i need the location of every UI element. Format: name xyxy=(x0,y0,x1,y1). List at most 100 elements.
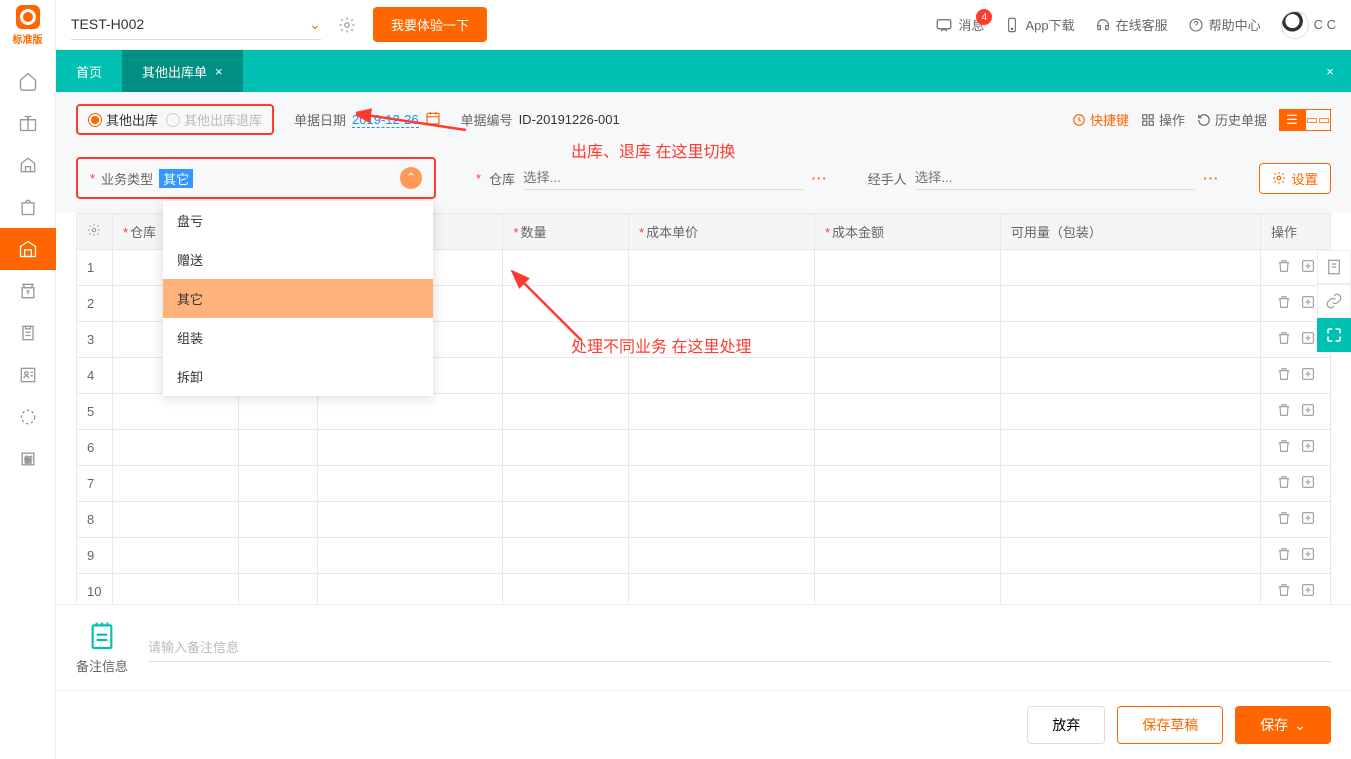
delete-row-icon[interactable] xyxy=(1276,366,1292,385)
dropdown-item[interactable]: 组装 xyxy=(163,318,433,357)
delete-row-icon[interactable] xyxy=(1276,330,1292,349)
sidebar-clipboard-icon[interactable] xyxy=(0,312,56,354)
table-row[interactable]: 5 xyxy=(77,394,1331,430)
logo: 标准版 xyxy=(0,0,56,50)
table-row[interactable]: 7 xyxy=(77,466,1331,502)
mobile-icon xyxy=(1004,17,1020,33)
add-row-icon[interactable] xyxy=(1300,402,1316,421)
delete-row-icon[interactable] xyxy=(1276,582,1292,601)
radio-outbound[interactable]: 其他出库 xyxy=(88,110,158,129)
gear-icon xyxy=(87,223,101,237)
sidebar-home-icon[interactable] xyxy=(0,60,56,102)
hotkey-icon xyxy=(1072,113,1086,127)
row-index: 10 xyxy=(77,574,113,605)
svg-text:新: 新 xyxy=(25,454,33,464)
save-button[interactable]: 保存⌄ xyxy=(1235,706,1331,744)
delete-row-icon[interactable] xyxy=(1276,510,1292,529)
add-row-icon[interactable] xyxy=(1300,582,1316,601)
history-link[interactable]: 历史单据 xyxy=(1197,110,1267,129)
logo-icon xyxy=(16,5,40,29)
footer-actions: 放弃 保存草稿 保存⌄ xyxy=(56,690,1351,759)
column-gear[interactable] xyxy=(77,214,113,250)
notepad-icon xyxy=(86,620,118,652)
user-menu[interactable]: C C xyxy=(1281,11,1336,39)
row-index: 2 xyxy=(77,286,113,322)
sidebar-user-list-icon[interactable] xyxy=(0,354,56,396)
dropdown-item[interactable]: 拆卸 xyxy=(163,357,433,396)
operate-link[interactable]: 操作 xyxy=(1141,110,1185,129)
grid-icon xyxy=(1141,113,1155,127)
column-qty: *数量 xyxy=(503,214,629,250)
table-row[interactable]: 10 xyxy=(77,574,1331,605)
add-row-icon[interactable] xyxy=(1300,366,1316,385)
tab-home[interactable]: 首页 xyxy=(56,50,122,92)
add-row-icon[interactable] xyxy=(1300,438,1316,457)
warehouse-input[interactable] xyxy=(523,166,804,190)
dropdown-item[interactable]: 赠送 xyxy=(163,240,433,279)
row-index: 3 xyxy=(77,322,113,358)
add-row-icon[interactable] xyxy=(1300,510,1316,529)
add-row-icon[interactable] xyxy=(1300,546,1316,565)
sidebar-new-icon[interactable]: 新 xyxy=(0,438,56,480)
sidebar-sync-icon[interactable] xyxy=(0,396,56,438)
rail-expand-icon[interactable] xyxy=(1317,318,1351,352)
help-center-link[interactable]: 帮助中心 xyxy=(1188,15,1261,34)
chevron-down-icon: ⌄ xyxy=(1294,717,1306,734)
view-list-icon[interactable]: ☰ xyxy=(1279,109,1305,131)
row-index: 9 xyxy=(77,538,113,574)
add-row-icon[interactable] xyxy=(1300,330,1316,349)
tab-other-outbound[interactable]: 其他出库单 × xyxy=(122,50,243,92)
table-row[interactable]: 9 xyxy=(77,538,1331,574)
rail-link-icon[interactable] xyxy=(1317,284,1351,318)
sidebar-house-icon[interactable] xyxy=(0,144,56,186)
annotation-mid: 处理不同业务 在这里处理 xyxy=(571,333,751,357)
settings-button[interactable]: 设置 xyxy=(1259,163,1331,194)
handler-field: 经手人 ··· xyxy=(868,166,1220,190)
close-all-tabs-icon[interactable]: × xyxy=(1309,50,1351,92)
discard-button[interactable]: 放弃 xyxy=(1027,706,1105,744)
gear-icon[interactable] xyxy=(333,11,361,39)
more-icon[interactable]: ··· xyxy=(1203,171,1219,186)
chevron-down-icon: ⌄ xyxy=(309,16,321,33)
save-draft-button[interactable]: 保存草稿 xyxy=(1117,706,1223,744)
delete-row-icon[interactable] xyxy=(1276,546,1292,565)
row-index: 5 xyxy=(77,394,113,430)
logo-text: 标准版 xyxy=(13,31,43,46)
messages-link[interactable]: 消息 4 xyxy=(935,15,984,34)
rail-note-icon[interactable] xyxy=(1317,250,1351,284)
radio-return[interactable]: 其他出库退库 xyxy=(166,110,262,129)
column-price: *成本单价 xyxy=(629,214,815,250)
view-card-icon[interactable]: ▭▭ xyxy=(1305,109,1331,131)
calendar-icon[interactable] xyxy=(425,110,441,129)
tab-bar: 首页 其他出库单 × × xyxy=(56,50,1351,92)
app-download-link[interactable]: App下载 xyxy=(1004,15,1074,34)
experience-button[interactable]: 我要体验一下 xyxy=(373,7,487,42)
table-row[interactable]: 8 xyxy=(77,502,1331,538)
customer-service-link[interactable]: 在线客服 xyxy=(1095,15,1168,34)
handler-input[interactable] xyxy=(915,166,1196,190)
add-row-icon[interactable] xyxy=(1300,294,1316,313)
business-type-selector[interactable]: * 业务类型 其它 ⌃ 盘亏 赠送 其它 组装 拆卸 xyxy=(76,157,436,199)
bill-date-value[interactable]: 2019-12-26 xyxy=(352,112,419,128)
add-row-icon[interactable] xyxy=(1300,474,1316,493)
table-row[interactable]: 6 xyxy=(77,430,1331,466)
sidebar-bag-icon[interactable] xyxy=(0,186,56,228)
more-icon[interactable]: ··· xyxy=(812,171,828,186)
sidebar-gift-icon[interactable] xyxy=(0,102,56,144)
remark-input[interactable] xyxy=(148,634,1331,662)
dropdown-item[interactable]: 其它 xyxy=(163,279,433,318)
close-icon[interactable]: × xyxy=(215,64,223,79)
store-selector[interactable]: TEST-H002 ⌄ xyxy=(71,10,321,40)
sidebar-money-icon[interactable] xyxy=(0,270,56,312)
sidebar-warehouse-icon[interactable] xyxy=(0,228,56,270)
add-row-icon[interactable] xyxy=(1300,258,1316,277)
row-index: 1 xyxy=(77,250,113,286)
delete-row-icon[interactable] xyxy=(1276,474,1292,493)
delete-row-icon[interactable] xyxy=(1276,294,1292,313)
delete-row-icon[interactable] xyxy=(1276,402,1292,421)
delete-row-icon[interactable] xyxy=(1276,438,1292,457)
dropdown-item[interactable]: 盘亏 xyxy=(163,201,433,240)
delete-row-icon[interactable] xyxy=(1276,258,1292,277)
row-index: 4 xyxy=(77,358,113,394)
hotkey-link[interactable]: 快捷键 xyxy=(1072,110,1129,129)
